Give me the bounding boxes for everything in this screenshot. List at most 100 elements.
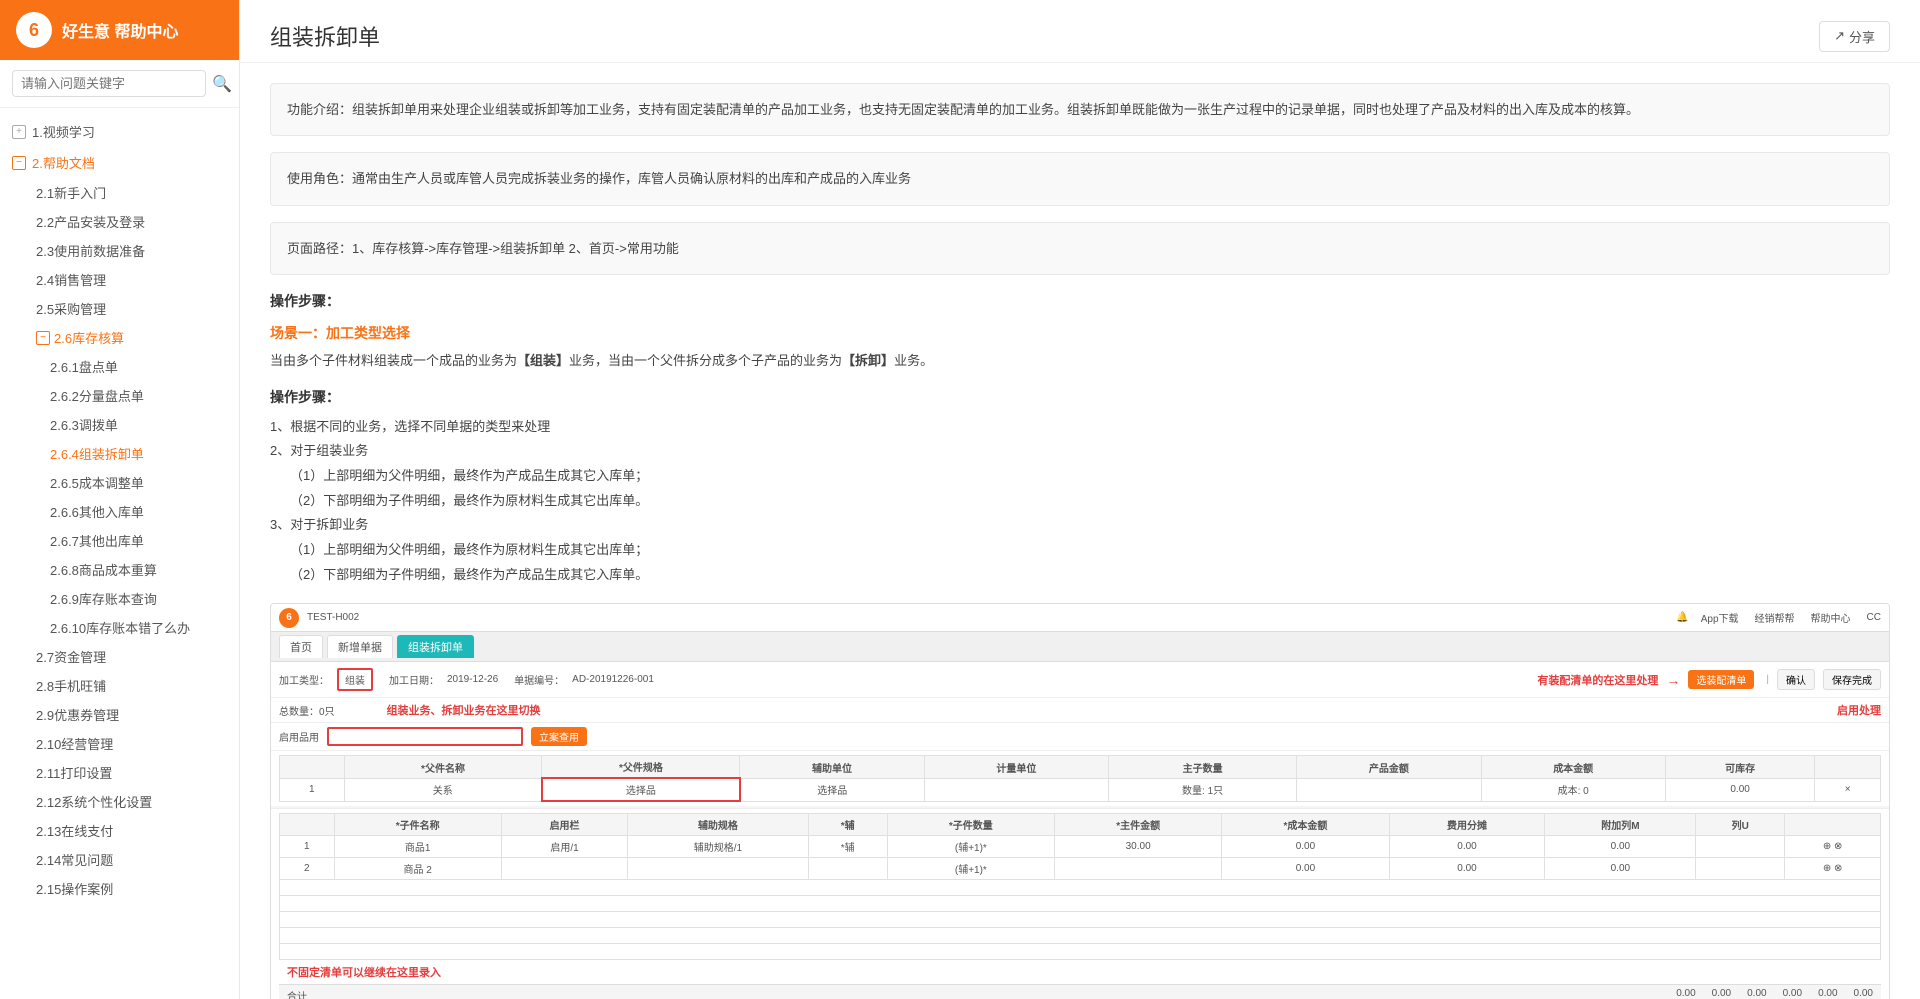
- nav-item-2-6-1[interactable]: 2.6.1盘点单: [50, 352, 239, 381]
- search-button[interactable]: 🔍: [212, 74, 232, 94]
- table-row: 2 商品 2 (辅+1)* 0.00 0.00 0.00: [280, 858, 1881, 880]
- nav-item-2-12[interactable]: 2.12系统个性化设置: [36, 787, 239, 816]
- col-cost-amt: 成本金额: [1481, 756, 1665, 779]
- sub-cell-idx-2: 2: [280, 858, 335, 880]
- steps-title: 操作步骤：: [270, 387, 1890, 407]
- scene-desc: 当由多个子件材料组装成一个成品的业务为【组装】业务，当由一个父件拆分成多个子产品…: [270, 349, 1890, 372]
- app-title: 好生意 帮助中心: [62, 18, 178, 42]
- cell-qty-val: 数量: 1只: [1108, 778, 1296, 801]
- nav-item-2-10[interactable]: 2.10经营管理: [36, 729, 239, 758]
- col-parent-spec: *父件规格: [542, 756, 740, 779]
- sub-cell-m-1: 0.00: [1545, 836, 1696, 858]
- tab-assembly[interactable]: 组装拆卸单: [397, 635, 474, 658]
- empty-row-1: [280, 880, 1881, 896]
- tab-home[interactable]: 首页: [279, 635, 323, 658]
- sub-cell-spec-2: [628, 858, 808, 880]
- enable-input[interactable]: [327, 727, 523, 746]
- cell-del[interactable]: ×: [1815, 778, 1881, 801]
- app-form-toolbar: 加工类型： 组装 加工日期： 2019-12-26 单据编号： AD-20191…: [271, 662, 1889, 698]
- enable-label: 启用品用: [279, 729, 319, 744]
- form-type-value[interactable]: 组装: [337, 668, 373, 691]
- nav-item-2-6-group: − 2.6库存核算 2.6.1盘点单 2.6.2分量盘点单 2.6.3调拨单 2…: [36, 323, 239, 642]
- confirm-button[interactable]: 确认: [1777, 669, 1815, 690]
- app-topbar: 6 TEST-H002 🔔 App下载 经销帮帮 帮助中心 CC: [271, 604, 1889, 632]
- nav-section-1-label: 1.视频学习: [32, 122, 95, 141]
- nav-item-2-6-3[interactable]: 2.6.3调拨单: [50, 410, 239, 439]
- nav-item-2-3[interactable]: 2.3使用前数据准备: [36, 236, 239, 265]
- table-row: [280, 944, 1881, 960]
- sub-col-expense: 费用分摊: [1389, 814, 1545, 836]
- annotation-arrow-1: →: [1666, 672, 1680, 688]
- nav-item-2-6-6[interactable]: 2.6.6其他入库单: [50, 497, 239, 526]
- form-date-label: 加工日期：: [389, 672, 439, 687]
- app-download-btn: App下载: [1701, 610, 1739, 625]
- nav-item-2-4[interactable]: 2.4销售管理: [36, 265, 239, 294]
- col-measure-unit: 计量单位: [924, 756, 1108, 779]
- cell-parent-spec[interactable]: 选择品: [542, 778, 740, 801]
- intro-block-2: 使用角色：通常由生产人员或库管人员完成拆装业务的操作，库管人员确认原材料的出库和…: [270, 152, 1890, 205]
- nav-item-2-6[interactable]: − 2.6库存核算: [36, 323, 239, 352]
- nav-item-2-6-5[interactable]: 2.6.5成本调整单: [50, 468, 239, 497]
- child-table: *子件名称 启用栏 辅助规格 *辅 *子件数量 *主件金额 *成本金额 费用分摊…: [279, 813, 1881, 960]
- child-table-container: *子件名称 启用栏 辅助规格 *辅 *子件数量 *主件金额 *成本金额 费用分摊…: [271, 808, 1889, 999]
- cc-btn: CC: [1867, 612, 1881, 623]
- nav-item-2-13[interactable]: 2.13在线支付: [36, 816, 239, 845]
- form-type-label: 加工类型：: [279, 672, 329, 687]
- select-bom-button[interactable]: 选装配清单: [1688, 670, 1754, 689]
- sub-cell-aux-2: [808, 858, 887, 880]
- empty-row-3: [280, 912, 1881, 928]
- nav-item-2-9[interactable]: 2.9优惠券管理: [36, 700, 239, 729]
- nav-item-2-6-10[interactable]: 2.6.10库存账本错了么办: [50, 613, 239, 642]
- empty-row-4: [280, 928, 1881, 944]
- tab-new-order[interactable]: 新增单据: [327, 635, 393, 658]
- nav-item-2-8[interactable]: 2.8手机旺铺: [36, 671, 239, 700]
- cell-aux: 选择品: [740, 778, 924, 801]
- nav-item-2-15[interactable]: 2.15操作案例: [36, 874, 239, 903]
- separator-1: |: [1766, 674, 1769, 685]
- sub-cell-del-1[interactable]: ⊕ ⊗: [1785, 836, 1881, 858]
- step-3: 3、对于拆卸业务: [270, 513, 1890, 538]
- app-enable-row: 启用品用 立案查用: [271, 723, 1889, 751]
- main-content: 组装拆卸单 ↗ 分享 功能介绍：组装拆卸单用来处理企业组装或拆卸等加工业务，支持…: [240, 0, 1920, 999]
- nav-item-2-7[interactable]: 2.7资金管理: [36, 642, 239, 671]
- step-2: 2、对于组装业务: [270, 439, 1890, 464]
- sub-cell-cost-1: 0.00: [1222, 836, 1389, 858]
- nav-item-2-14[interactable]: 2.14常见问题: [36, 845, 239, 874]
- nav-item-2-1[interactable]: 2.1新手入门: [36, 178, 239, 207]
- go-button[interactable]: 立案查用: [531, 727, 587, 746]
- nav-item-2-6-4[interactable]: 2.6.4组装拆卸单: [50, 439, 239, 468]
- app-sub-row: 总数量：0只 组装业务、拆卸业务在这里切换 启用处理: [271, 698, 1889, 723]
- sub-cell-u-1: [1696, 836, 1785, 858]
- nav-item-2-6-7[interactable]: 2.6.7其他出库单: [50, 526, 239, 555]
- table-row: [280, 880, 1881, 896]
- form-date-value: 2019-12-26: [447, 674, 498, 685]
- sub-cell-exp-2: 0.00: [1389, 858, 1545, 880]
- cell-measure: [924, 778, 1108, 801]
- total-val-5: 0.00: [1818, 988, 1837, 999]
- save-button[interactable]: 保存完成: [1823, 669, 1881, 690]
- app-logo-icon: 6: [279, 608, 299, 628]
- nav-item-2-11[interactable]: 2.11打印设置: [36, 758, 239, 787]
- form-bill-label: 单据编号：: [514, 672, 564, 687]
- step-3-1: （1）上部明细为父件明细，最终作为原材料生成其它出库单；: [290, 538, 1890, 563]
- share-button[interactable]: ↗ 分享: [1819, 21, 1890, 52]
- cell-parent-name: 关系: [344, 778, 542, 801]
- nav-item-2-2[interactable]: 2.2产品安装及登录: [36, 207, 239, 236]
- total-val-3: 0.00: [1747, 988, 1766, 999]
- search-input[interactable]: [12, 70, 206, 97]
- collapse-icon-2: −: [12, 156, 26, 170]
- nav-section-2[interactable]: − 2.帮助文档: [0, 147, 239, 178]
- parent-table: *父件名称 *父件规格 辅助单位 计量单位 主子数量 产品金额 成本金额 可库存: [279, 755, 1881, 802]
- nav-item-2-6-8[interactable]: 2.6.8商品成本重算: [50, 555, 239, 584]
- nav-item-2-5[interactable]: 2.5采购管理: [36, 294, 239, 323]
- sub-col-main-amt: *主件金额: [1055, 814, 1222, 836]
- sub-cell-del-2[interactable]: ⊕ ⊗: [1785, 858, 1881, 880]
- search-box: 🔍: [0, 60, 239, 108]
- col-product-amt: 产品金额: [1297, 756, 1481, 779]
- nav-item-2-6-9[interactable]: 2.6.9库存账本查询: [50, 584, 239, 613]
- nav-item-2-6-2[interactable]: 2.6.2分量盘点单: [50, 381, 239, 410]
- jxb-btn: 经销帮帮: [1755, 610, 1795, 625]
- empty-row-2: [280, 896, 1881, 912]
- nav-section-1[interactable]: + 1.视频学习: [0, 116, 239, 147]
- share-icon: ↗: [1834, 28, 1845, 44]
